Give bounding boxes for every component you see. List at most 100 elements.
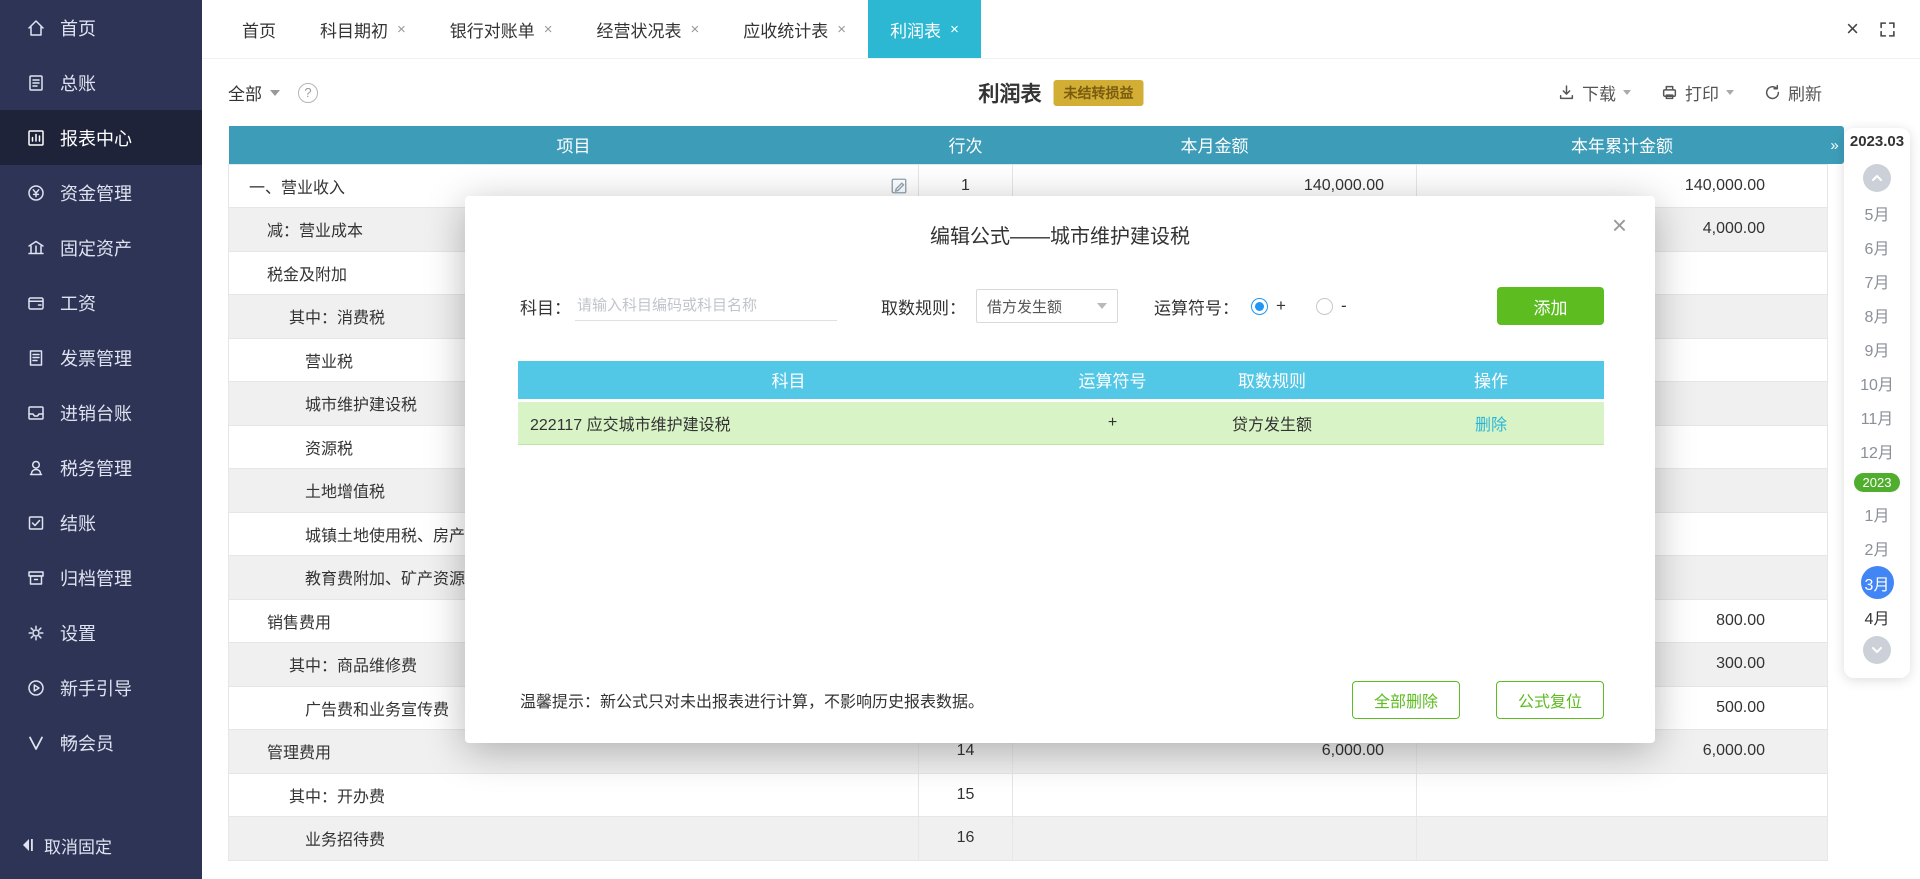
formula-rule-cell: 贷方发生额 — [1166, 398, 1378, 445]
month-item-oct[interactable]: 10月 — [1860, 366, 1894, 400]
formula-subject-cell: 222117 应交城市维护建设税 — [518, 398, 1059, 445]
tab-close-icon[interactable]: × — [544, 21, 553, 38]
scope-filter: 全部 ? — [228, 80, 318, 105]
radio-unchecked-icon[interactable] — [1315, 297, 1333, 315]
tab-profit-statement[interactable]: 利润表 × — [868, 0, 981, 58]
refresh-button[interactable]: 刷新 — [1764, 80, 1822, 105]
month-amount-cell — [1012, 772, 1417, 817]
scope-filter-value[interactable]: 全部 — [228, 80, 262, 105]
close-all-icon[interactable]: × — [1846, 18, 1859, 40]
col-header-row-no: 行次 — [918, 126, 1013, 164]
sidebar-item-report-center[interactable]: 报表中心 — [0, 110, 202, 165]
tab-operating-status[interactable]: 经营状况表 × — [575, 0, 722, 58]
tab-close-icon[interactable]: × — [691, 21, 700, 38]
tab-close-icon[interactable]: × — [950, 21, 959, 38]
sidebar-item-salary[interactable]: 工资 — [0, 275, 202, 330]
scroll-up-button[interactable] — [1863, 164, 1891, 192]
formula-reset-button[interactable]: 公式复位 — [1496, 681, 1604, 719]
month-item-aug[interactable]: 8月 — [1865, 298, 1890, 332]
unpin-label: 取消固定 — [44, 837, 112, 857]
sidebar-item-fixed-assets[interactable]: 固定资产 — [0, 220, 202, 275]
formula-action-cell: 删除 — [1378, 398, 1604, 445]
formula-edit-icon[interactable] — [890, 177, 908, 195]
page-title: 利润表 — [978, 82, 1042, 106]
sidebar-item-label: 税务管理 — [60, 458, 132, 479]
panel-collapse-handle[interactable]: » — [1825, 126, 1844, 164]
sidebar-item-invoice[interactable]: 发票管理 — [0, 330, 202, 385]
col-header-action: 操作 — [1378, 361, 1604, 400]
scroll-down-button[interactable] — [1863, 636, 1891, 664]
sidebar-item-guide[interactable]: 新手引导 — [0, 660, 202, 715]
sidebar-item-purchase-sales[interactable]: 进销台账 — [0, 385, 202, 440]
sidebar-item-funds[interactable]: 资金管理 — [0, 165, 202, 220]
sidebar-unpin-button[interactable]: 取消固定 — [0, 823, 202, 867]
tab-receivables-stats[interactable]: 应收统计表 × — [721, 0, 868, 58]
row-no-cell: 16 — [918, 816, 1013, 861]
tab-close-icon[interactable]: × — [837, 21, 846, 38]
sidebar-item-label: 新手引导 — [60, 678, 132, 699]
month-item-jun[interactable]: 6月 — [1865, 230, 1890, 264]
print-button[interactable]: 打印 — [1661, 80, 1734, 105]
dialog-tip: 温馨提示：新公式只对未出报表进行计算，不影响历史报表数据。 — [520, 694, 985, 711]
sidebar-item-member[interactable]: 畅会员 — [0, 715, 202, 770]
tab-home[interactable]: 首页 — [220, 0, 298, 58]
operator-minus-option[interactable]: - — [1315, 296, 1347, 316]
printer-icon — [1662, 85, 1677, 100]
fullscreen-icon[interactable] — [1879, 21, 1896, 38]
sidebar-item-label: 资金管理 — [60, 183, 132, 204]
sidebar-item-archive[interactable]: 归档管理 — [0, 550, 202, 605]
sidebar-item-general-ledger[interactable]: 总账 — [0, 55, 202, 110]
sidebar-item-tax[interactable]: 税务管理 — [0, 440, 202, 495]
month-item-mar-active[interactable]: 3月 — [1860, 566, 1894, 599]
sidebar-item-label: 结账 — [60, 513, 96, 534]
month-item-jan[interactable]: 1月 — [1865, 497, 1890, 531]
report-title-group: 利润表 未结转损益 — [979, 78, 1144, 108]
chevron-up-icon — [1872, 175, 1882, 181]
table-row: 业务招待费 16 — [228, 816, 1828, 861]
unpin-icon — [23, 839, 33, 851]
sidebar-item-closing[interactable]: 结账 — [0, 495, 202, 550]
month-item-sep[interactable]: 9月 — [1865, 332, 1890, 366]
tab-label: 经营状况表 — [596, 21, 682, 41]
chevron-down-icon[interactable] — [270, 89, 280, 96]
rule-select-value: 借方发生额 — [987, 298, 1063, 316]
tab-bank-statement[interactable]: 银行对账单 × — [428, 0, 575, 58]
help-icon[interactable]: ? — [298, 82, 318, 103]
operator-plus-option[interactable]: + — [1251, 296, 1286, 316]
delete-all-button[interactable]: 全部删除 — [1352, 681, 1460, 719]
tab-opening-balance[interactable]: 科目期初 × — [298, 0, 428, 58]
home-icon — [28, 19, 44, 36]
year-amount-cell — [1416, 772, 1828, 817]
sidebar-item-settings[interactable]: 设置 — [0, 605, 202, 660]
operator-radio-group: + - — [1251, 296, 1347, 316]
sidebar-item-label: 总账 — [60, 73, 96, 94]
toolbar-actions: 下载 打印 刷新 — [1558, 80, 1822, 105]
refresh-icon — [1765, 84, 1780, 100]
delete-link[interactable]: 删除 — [1475, 417, 1507, 434]
operator-label: 运算符号： — [1154, 298, 1239, 318]
month-item-may[interactable]: 5月 — [1865, 196, 1890, 230]
add-button[interactable]: 添加 — [1497, 287, 1604, 325]
download-button[interactable]: 下载 — [1558, 80, 1631, 105]
tab-label: 科目期初 — [320, 21, 388, 41]
month-item-feb[interactable]: 2月 — [1865, 531, 1890, 565]
sidebar-item-home[interactable]: 首页 — [0, 0, 202, 55]
tab-label: 首页 — [242, 21, 276, 41]
sidebar-item-label: 工资 — [60, 293, 96, 314]
tab-label: 利润表 — [890, 21, 942, 41]
purchase-sales-icon — [28, 405, 44, 420]
radio-checked-icon[interactable] — [1251, 297, 1268, 315]
tab-close-icon[interactable]: × — [397, 21, 406, 38]
month-item-nov[interactable]: 11月 — [1861, 400, 1894, 434]
subject-input[interactable] — [575, 291, 837, 321]
rule-select[interactable]: 借方发生额 — [976, 289, 1118, 323]
tab-label: 银行对账单 — [449, 21, 535, 41]
col-header-subject: 科目 — [518, 361, 1059, 400]
salary-wallet-icon — [28, 296, 44, 310]
month-item-apr[interactable]: 4月 — [1865, 600, 1890, 634]
col-header-rule: 取数规则 — [1166, 361, 1378, 400]
dialog-close-icon[interactable]: × — [1612, 212, 1627, 238]
month-item-dec[interactable]: 12月 — [1860, 434, 1894, 468]
month-item-jul[interactable]: 7月 — [1865, 264, 1890, 298]
col-header-operator: 运算符号 — [1059, 361, 1166, 400]
